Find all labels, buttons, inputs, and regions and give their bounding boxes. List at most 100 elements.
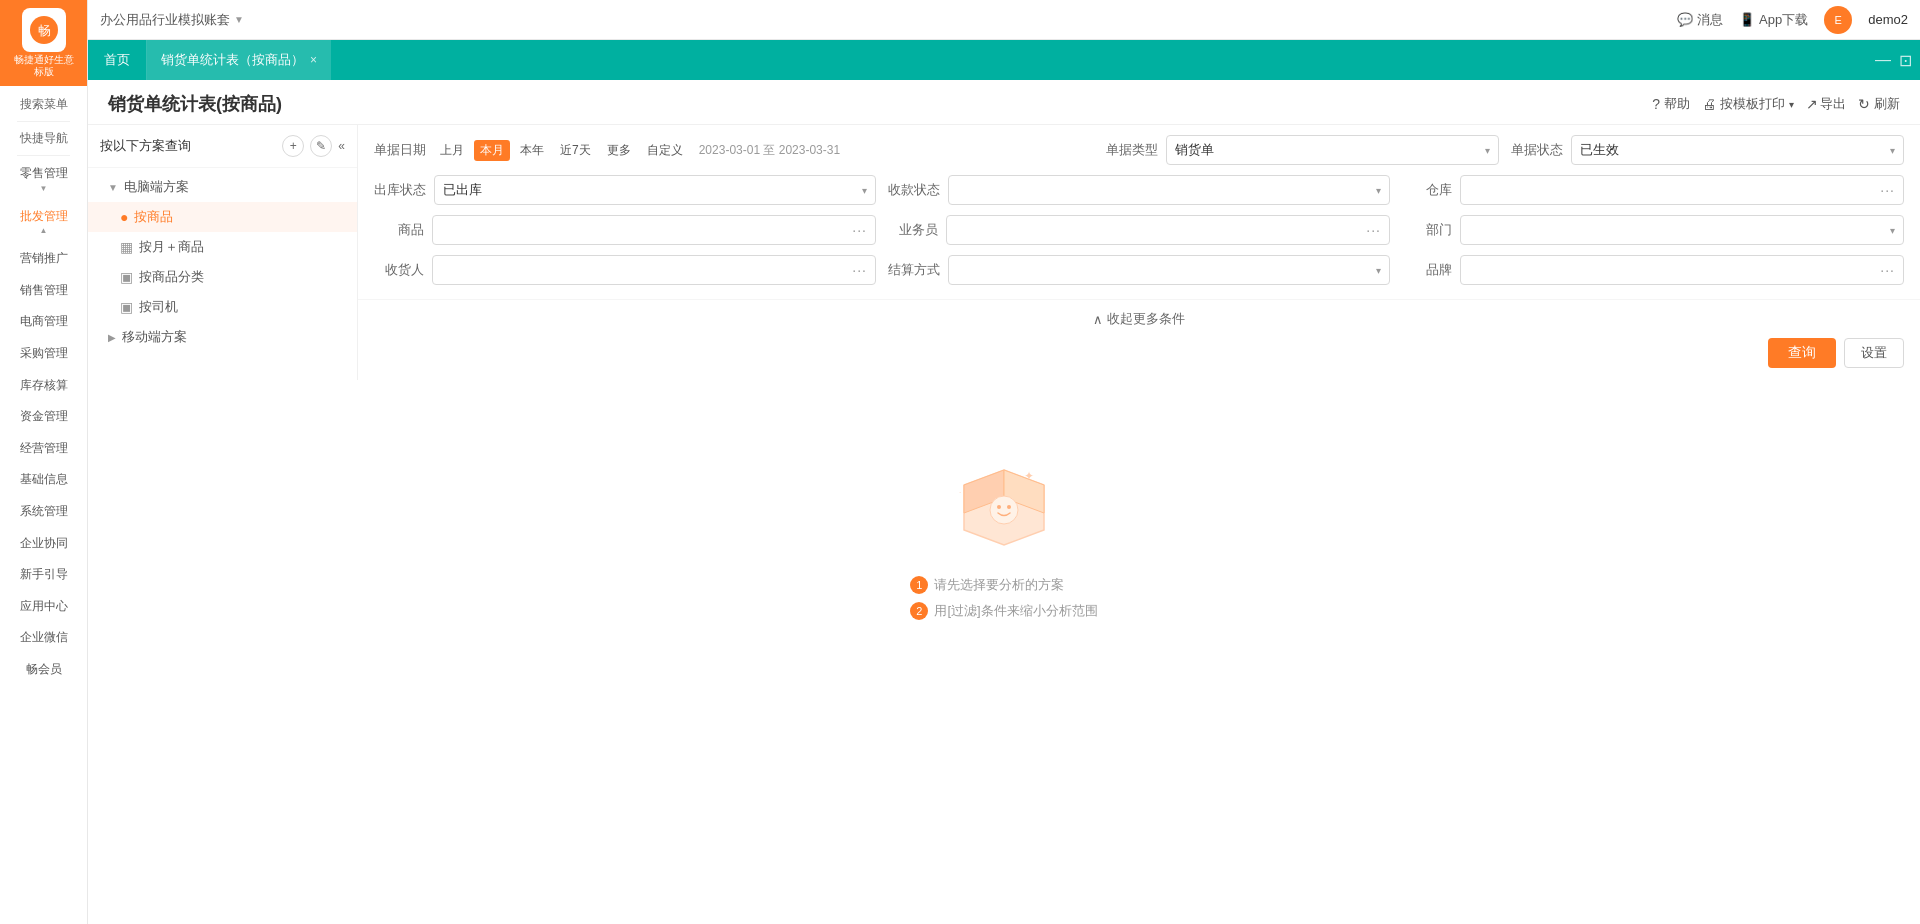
tab-minimize-icon[interactable]: — xyxy=(1875,51,1891,69)
goods-field: 商品 ··· xyxy=(374,215,876,245)
filter-row-3: 商品 ··· 业务员 ··· xyxy=(374,215,1904,245)
period-7days[interactable]: 近7天 xyxy=(554,140,597,161)
sidebar-item-guide[interactable]: 新手引导 xyxy=(0,559,87,591)
warehouse-dots-icon: ··· xyxy=(1880,182,1895,198)
collect-status-label: 收款状态 xyxy=(888,181,940,199)
payment-label: 结算方式 xyxy=(888,261,940,279)
scheme-item-by-month-goods[interactable]: ▦ 按月＋商品 xyxy=(88,232,357,262)
scheme-item-by-goods[interactable]: ● 按商品 xyxy=(88,202,357,232)
help-label: 帮助 xyxy=(1664,95,1690,113)
logo-area[interactable]: 畅 畅捷通好生意 标版 xyxy=(0,0,87,86)
industry-selector[interactable]: 办公用品行业模拟账套 ▼ xyxy=(100,11,244,29)
page-inner: 销货单统计表(按商品) ? 帮助 🖨 按模板打印 ▾ ↗ 导出 xyxy=(88,80,1920,924)
order-type-select[interactable]: 销货单 ▾ xyxy=(1166,135,1499,165)
sidebar-item-wechat[interactable]: 企业微信 xyxy=(0,622,87,654)
refresh-btn[interactable]: ↻ 刷新 xyxy=(1858,95,1900,113)
brand-dots-icon: ··· xyxy=(1880,262,1895,278)
logo-icon: 畅 xyxy=(22,8,66,52)
avatar: E xyxy=(1824,6,1852,34)
sidebar-item-marketing[interactable]: 营销推广 xyxy=(0,243,87,275)
topbar-right: 💬 消息 📱 App下载 E demo2 xyxy=(1677,6,1908,34)
dept-select[interactable]: ▾ xyxy=(1460,215,1904,245)
tab-close-icon[interactable]: × xyxy=(310,53,317,67)
tab-maximize-icon[interactable]: ⊡ xyxy=(1899,51,1912,70)
collapse-more-btn[interactable]: ∧ 收起更多条件 xyxy=(358,299,1920,338)
scheme-edit-btn[interactable]: ✎ xyxy=(310,135,332,157)
order-status-select[interactable]: 已生效 ▾ xyxy=(1571,135,1904,165)
order-status-value: 已生效 xyxy=(1580,141,1619,159)
receiver-input[interactable]: ··· xyxy=(432,255,876,285)
sidebar-item-retail[interactable]: 零售管理 ▼ xyxy=(0,158,87,201)
empty-tip-2: 2 用[过滤]条件来缩小分析范围 xyxy=(910,602,1097,620)
app-sub: 标版 xyxy=(4,66,83,78)
scheme-header-label: 按以下方案查询 xyxy=(100,137,191,155)
brand-input[interactable]: ··· xyxy=(1460,255,1904,285)
period-custom[interactable]: 自定义 xyxy=(641,140,689,161)
period-this-month[interactable]: 本月 xyxy=(474,140,510,161)
sidebar-item-basics[interactable]: 基础信息 xyxy=(0,464,87,496)
period-this-year[interactable]: 本年 xyxy=(514,140,550,161)
warehouse-label: 仓库 xyxy=(1402,181,1452,199)
goods-input[interactable]: ··· xyxy=(432,215,876,245)
item-icon-month-goods: ▦ xyxy=(120,239,133,255)
sidebar-item-enterprise[interactable]: 企业协同 xyxy=(0,528,87,560)
app-name: 畅捷通好生意 xyxy=(4,54,83,66)
tab-active[interactable]: 销货单统计表（按商品） × xyxy=(147,40,331,80)
filter-row-4: 收货人 ··· 结算方式 ▾ xyxy=(374,255,1904,285)
settings-button[interactable]: 设置 xyxy=(1844,338,1904,368)
industry-name: 办公用品行业模拟账套 xyxy=(100,11,230,29)
sidebar-item-purchase[interactable]: 采购管理 xyxy=(0,338,87,370)
sidebar-item-finance[interactable]: 资金管理 xyxy=(0,401,87,433)
scheme-item-by-driver[interactable]: ▣ 按司机 xyxy=(88,292,357,322)
username[interactable]: demo2 xyxy=(1868,12,1908,27)
period-more[interactable]: 更多 xyxy=(601,140,637,161)
empty-state: ✦ · 1 请先选择要分析的方案 2 用[过滤]条件来缩小分析范围 xyxy=(88,380,1920,680)
warehouse-input[interactable]: ··· xyxy=(1460,175,1904,205)
tab-home[interactable]: 首页 xyxy=(88,40,147,80)
date-field: 单据日期 上月 本月 本年 近7天 更多 自定义 xyxy=(374,140,1094,161)
filter-row-1: 单据日期 上月 本月 本年 近7天 更多 自定义 xyxy=(374,135,1904,165)
svg-point-5 xyxy=(990,496,1018,524)
query-button[interactable]: 查询 xyxy=(1768,338,1836,368)
export-btn[interactable]: ↗ 导出 xyxy=(1806,95,1846,113)
sidebar-item-appcenter[interactable]: 应用中心 xyxy=(0,591,87,623)
receiver-label: 收货人 xyxy=(374,261,424,279)
sidebar-item-ecommerce[interactable]: 电商管理 xyxy=(0,306,87,338)
tip-num-2: 2 xyxy=(910,602,928,620)
print-btn[interactable]: 🖨 按模板打印 ▾ xyxy=(1702,95,1794,113)
period-last-month[interactable]: 上月 xyxy=(434,140,470,161)
item-label-goods: 按商品 xyxy=(134,208,173,226)
sidebar-item-member[interactable]: 畅会员 xyxy=(0,654,87,686)
staff-label: 业务员 xyxy=(888,221,938,239)
item-label-month-goods: 按月＋商品 xyxy=(139,238,204,256)
help-btn[interactable]: ? 帮助 xyxy=(1652,95,1690,113)
svg-text:·: · xyxy=(959,488,961,497)
help-icon: ? xyxy=(1652,96,1660,112)
search-menu[interactable]: 搜索菜单 xyxy=(20,86,68,119)
scheme-group-mobile-label[interactable]: ▶ 移动端方案 xyxy=(88,322,357,352)
svg-point-6 xyxy=(997,505,1001,509)
tip-text-1: 请先选择要分析的方案 xyxy=(934,576,1064,594)
out-status-select[interactable]: 已出库 ▾ xyxy=(434,175,876,205)
app-download-btn[interactable]: 📱 App下载 xyxy=(1739,11,1808,29)
scheme-group-pc-label[interactable]: ▼ 电脑端方案 xyxy=(88,172,357,202)
scheme-item-by-category[interactable]: ▣ 按商品分类 xyxy=(88,262,357,292)
page-content: 销货单统计表(按商品) ? 帮助 🖨 按模板打印 ▾ ↗ 导出 xyxy=(88,80,1920,924)
sidebar-item-system[interactable]: 系统管理 xyxy=(0,496,87,528)
scheme-collapse-btn[interactable]: « xyxy=(338,139,345,153)
staff-dots-icon: ··· xyxy=(1366,222,1381,238)
sidebar-item-wholesale[interactable]: 批发管理 ▲ xyxy=(0,201,87,244)
message-btn[interactable]: 💬 消息 xyxy=(1677,11,1723,29)
staff-field: 业务员 ··· xyxy=(888,215,1390,245)
quick-nav[interactable]: 快捷导航 xyxy=(20,124,68,153)
nav-divider-2 xyxy=(17,155,69,156)
sidebar-item-operations[interactable]: 经营管理 xyxy=(0,433,87,465)
scheme-header: 按以下方案查询 + ✎ « xyxy=(88,125,357,168)
payment-select[interactable]: ▾ xyxy=(948,255,1390,285)
staff-input[interactable]: ··· xyxy=(946,215,1390,245)
out-status-label: 出库状态 xyxy=(374,181,426,199)
sidebar-item-sales[interactable]: 销售管理 xyxy=(0,275,87,307)
sidebar-item-inventory[interactable]: 库存核算 xyxy=(0,370,87,402)
scheme-add-btn[interactable]: + xyxy=(282,135,304,157)
collect-status-select[interactable]: ▾ xyxy=(948,175,1390,205)
